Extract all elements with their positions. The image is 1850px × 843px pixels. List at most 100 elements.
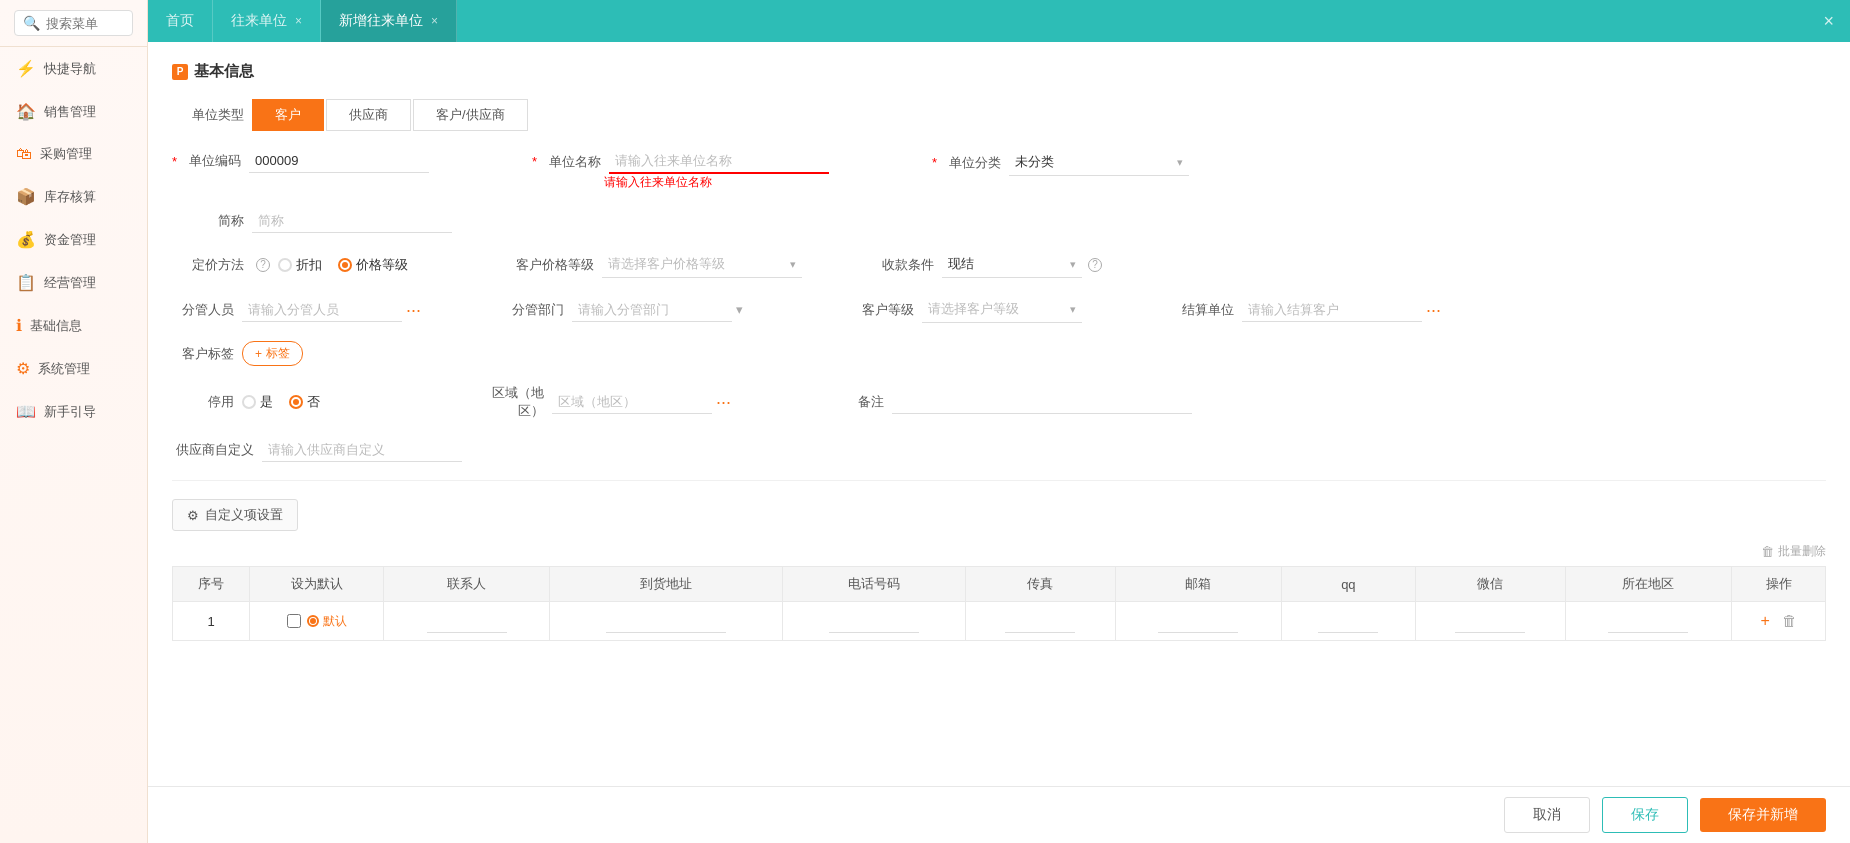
qq-input[interactable] xyxy=(1318,609,1378,633)
wechat-input[interactable] xyxy=(1455,609,1525,633)
cell-contact[interactable] xyxy=(383,602,549,641)
contact-input[interactable] xyxy=(427,609,507,633)
abbr-input[interactable] xyxy=(252,209,452,233)
tab-home[interactable]: 首页 xyxy=(148,0,213,42)
custom-settings-button[interactable]: ⚙ 自定义项设置 xyxy=(172,499,298,531)
disabled-radio-no[interactable]: 否 xyxy=(289,393,320,411)
cell-phone[interactable] xyxy=(782,602,965,641)
tab-contacts[interactable]: 往来单位 × xyxy=(213,0,321,42)
remark-label: 备注 xyxy=(852,393,892,411)
unit-code-required: * xyxy=(172,154,177,169)
sidebar-search-inner: 🔍 xyxy=(14,10,133,36)
sidebar-item-basic-info[interactable]: ℹ 基础信息 xyxy=(0,304,147,347)
settlement-label: 结算单位 xyxy=(1172,301,1242,319)
search-icon: 🔍 xyxy=(23,15,40,31)
sidebar-item-sales[interactable]: 🏠 销售管理 xyxy=(0,90,147,133)
sidebar-item-label: 基础信息 xyxy=(30,317,82,335)
disabled-radio-no-label: 否 xyxy=(307,393,320,411)
supervisor-label: 分管人员 xyxy=(172,301,242,319)
sidebar-item-shortcuts[interactable]: ⚡ 快捷导航 xyxy=(0,47,147,90)
customer-price-placeholder: 请选择客户价格等级 xyxy=(608,255,784,273)
cell-region[interactable] xyxy=(1565,602,1731,641)
tag-label: 客户标签 xyxy=(172,345,242,363)
supervisor-more-btn[interactable]: ··· xyxy=(402,301,425,319)
form-row-unit-type: 单位类型 客户 供应商 客户/供应商 xyxy=(172,99,1826,131)
region-more-btn[interactable]: ··· xyxy=(712,393,735,411)
sidebar-item-guide[interactable]: 📖 新手引导 xyxy=(0,390,147,433)
pricing-radio-discount-circle xyxy=(278,258,292,272)
sidebar-item-purchase[interactable]: 🛍 采购管理 xyxy=(0,133,147,175)
payment-tooltip-icon[interactable]: ? xyxy=(1088,258,1102,272)
type-btn-both[interactable]: 客户/供应商 xyxy=(413,99,528,131)
pricing-tooltip-icon[interactable]: ? xyxy=(256,258,270,272)
email-input[interactable] xyxy=(1158,609,1238,633)
supervisor-input[interactable] xyxy=(242,298,402,322)
tab-new-contact-close[interactable]: × xyxy=(431,14,438,28)
unit-name-error-msg: 请输入往来单位名称 xyxy=(604,174,872,191)
customer-price-select[interactable]: 请选择客户价格等级 ▾ xyxy=(602,251,802,278)
row-add-btn[interactable]: + xyxy=(1761,612,1770,629)
customer-level-select[interactable]: 请选择客户等级 ▾ xyxy=(922,296,1082,323)
type-btn-supplier[interactable]: 供应商 xyxy=(326,99,411,131)
save-new-button[interactable]: 保存并新增 xyxy=(1700,798,1826,832)
footer-bar: 取消 保存 保存并新增 xyxy=(148,786,1850,843)
sidebar-item-inventory[interactable]: 📦 库存核算 xyxy=(0,175,147,218)
tab-bar-close-all[interactable]: × xyxy=(1823,11,1834,32)
sidebar-search-container: 🔍 xyxy=(0,0,147,47)
dept-input[interactable] xyxy=(572,298,732,322)
unit-code-label: 单位编码 xyxy=(179,152,249,170)
payment-cond-select[interactable]: 现结 ▾ xyxy=(942,251,1082,278)
unit-name-label: 单位名称 xyxy=(539,153,609,171)
sidebar-item-funds[interactable]: 💰 资金管理 xyxy=(0,218,147,261)
remark-input[interactable] xyxy=(892,390,1192,414)
region-input[interactable] xyxy=(552,390,712,414)
disabled-radio-yes[interactable]: 是 xyxy=(242,393,273,411)
table-header-row: 序号 设为默认 联系人 到货地址 电话号码 传真 邮箱 qq 微信 所在地区 操… xyxy=(173,567,1826,602)
form-row-supplier-custom: 供应商自定义 xyxy=(172,438,1826,462)
sidebar-item-operations[interactable]: 📋 经营管理 xyxy=(0,261,147,304)
cell-wechat[interactable] xyxy=(1415,602,1565,641)
settlement-input[interactable] xyxy=(1242,298,1422,322)
pricing-radio-level[interactable]: 价格等级 xyxy=(338,256,408,274)
sidebar-item-label: 新手引导 xyxy=(44,403,96,421)
row-delete-btn[interactable]: 🗑 xyxy=(1782,612,1797,629)
col-wechat: 微信 xyxy=(1415,567,1565,602)
address-input[interactable] xyxy=(606,609,726,633)
cell-address[interactable] xyxy=(550,602,782,641)
tab-home-label: 首页 xyxy=(166,12,194,30)
pricing-radio-discount[interactable]: 折扣 xyxy=(278,256,322,274)
type-btn-customer[interactable]: 客户 xyxy=(252,99,324,131)
unit-category-select[interactable]: 未分类 ▾ xyxy=(1009,149,1189,176)
batch-delete-label[interactable]: 批量删除 xyxy=(1778,543,1826,560)
sidebar-item-label: 系统管理 xyxy=(38,360,90,378)
cell-email[interactable] xyxy=(1115,602,1281,641)
type-btn-group: 客户 供应商 客户/供应商 xyxy=(252,99,528,131)
tab-new-contact-label: 新增往来单位 xyxy=(339,12,423,30)
sidebar-item-label: 经营管理 xyxy=(44,274,96,292)
table-region-input[interactable] xyxy=(1608,609,1688,633)
row-checkbox[interactable] xyxy=(287,614,301,628)
supplier-custom-input[interactable] xyxy=(262,438,462,462)
col-address: 到货地址 xyxy=(550,567,782,602)
save-button[interactable]: 保存 xyxy=(1602,797,1688,833)
settlement-more-btn[interactable]: ··· xyxy=(1422,301,1445,319)
fax-input[interactable] xyxy=(1005,609,1075,633)
cell-fax[interactable] xyxy=(965,602,1115,641)
pricing-radio-discount-label: 折扣 xyxy=(296,256,322,274)
shortcuts-icon: ⚡ xyxy=(16,59,36,78)
tab-contacts-close[interactable]: × xyxy=(295,14,302,28)
cell-qq[interactable] xyxy=(1282,602,1415,641)
add-tag-button[interactable]: + 标签 xyxy=(242,341,303,366)
col-email: 邮箱 xyxy=(1115,567,1281,602)
unit-name-input[interactable] xyxy=(609,149,829,174)
cancel-button[interactable]: 取消 xyxy=(1504,797,1590,833)
tab-new-contact[interactable]: 新增往来单位 × xyxy=(321,0,457,42)
sidebar-item-system[interactable]: ⚙ 系统管理 xyxy=(0,347,147,390)
region-label: 区域（地区） xyxy=(472,384,552,420)
phone-input[interactable] xyxy=(829,609,919,633)
search-input[interactable] xyxy=(46,16,126,31)
customer-price-label: 客户价格等级 xyxy=(512,256,602,274)
unit-code-input[interactable] xyxy=(249,149,429,173)
dept-label: 分管部门 xyxy=(512,301,572,319)
table-body: 1 默认 xyxy=(173,602,1826,641)
